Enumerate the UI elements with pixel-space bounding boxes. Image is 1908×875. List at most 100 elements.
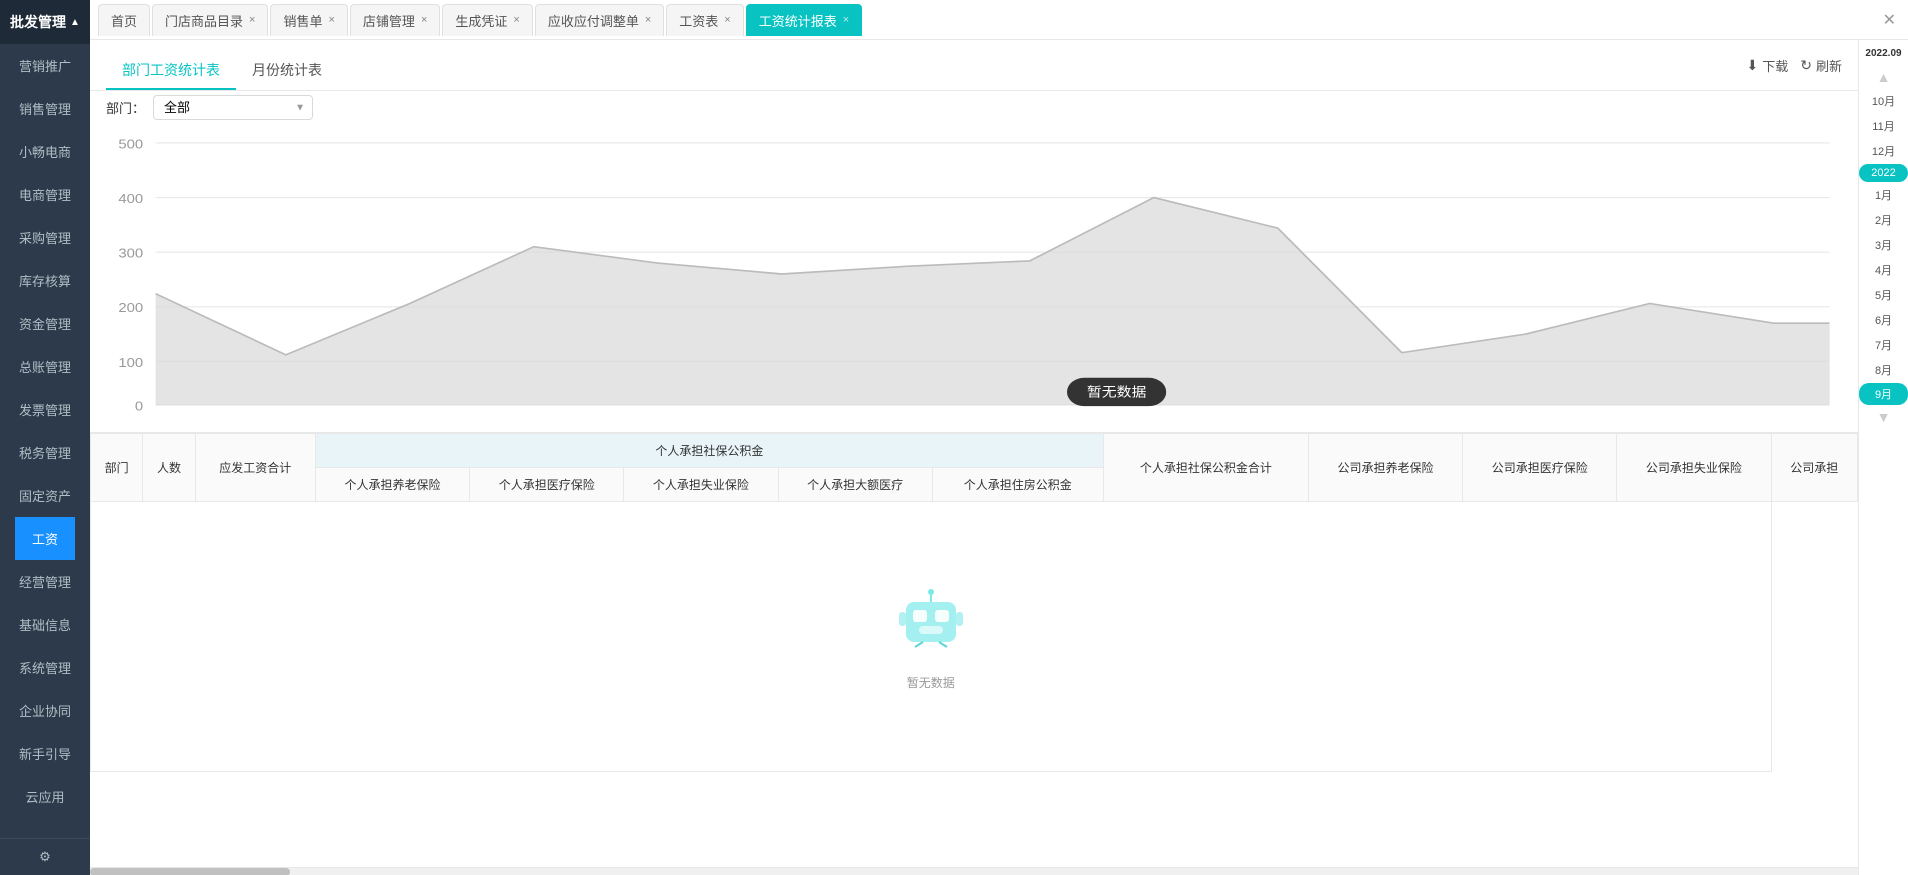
- sidebar-item-销售管理[interactable]: 销售管理: [15, 87, 75, 130]
- chart-svg: 500 400 300 200 100 0: [106, 132, 1842, 416]
- main-area: 首页门店商品目录×销售单×店铺管理×生成凭证×应收应付调整单×工资表×工资统计报…: [90, 0, 1908, 875]
- download-button[interactable]: ⬇ 下载: [1747, 56, 1789, 75]
- table-row: 暂无数据: [91, 502, 1858, 772]
- sidebar-item-企业协同[interactable]: 企业协同: [15, 689, 75, 732]
- download-icon: ⬇: [1747, 57, 1759, 74]
- col-company-more: 公司承担: [1771, 434, 1857, 502]
- sidebar-item-新手引导[interactable]: 新手引导: [15, 732, 75, 775]
- col-dept: 部门: [91, 434, 143, 502]
- tab-3[interactable]: 店铺管理×: [350, 4, 440, 36]
- timeline-item-9[interactable]: 6月: [1859, 308, 1908, 332]
- tab-6[interactable]: 工资表×: [666, 4, 743, 36]
- col-personal-social: 个人承担社保公积金: [315, 434, 1103, 468]
- sidebar-item-发票管理[interactable]: 发票管理: [15, 388, 75, 431]
- tab-4[interactable]: 生成凭证×: [442, 4, 532, 36]
- timeline-item-11[interactable]: 8月: [1859, 358, 1908, 382]
- settings-button[interactable]: ⚙: [0, 838, 90, 875]
- tab-1[interactable]: 门店商品目录×: [152, 4, 268, 36]
- timeline-item-6[interactable]: 3月: [1859, 233, 1908, 257]
- table-area: 部门 人数 应发工资合计 个人承担社保公积金 个人承担社保公积金合计 公司承担养…: [90, 432, 1858, 867]
- sub-tab-1[interactable]: 月份统计表: [236, 52, 338, 90]
- refresh-icon: ↻: [1800, 57, 1812, 74]
- empty-icon: [891, 582, 971, 662]
- empty-state: 暂无数据: [131, 542, 1731, 731]
- department-select[interactable]: 全部: [153, 95, 313, 120]
- sidebar-title: 批发管理 ▲: [0, 0, 90, 44]
- sidebar-item-库存核算[interactable]: 库存核算: [15, 259, 75, 302]
- sidebar-item-营销推广[interactable]: 营销推广: [15, 44, 75, 87]
- col-total: 应发工资合计: [195, 434, 315, 502]
- tab-2[interactable]: 销售单×: [270, 4, 347, 36]
- tab-5[interactable]: 应收应付调整单×: [535, 4, 664, 36]
- timeline-item-7[interactable]: 4月: [1859, 258, 1908, 282]
- timeline-item-8[interactable]: 5月: [1859, 283, 1908, 307]
- timeline-current-display: 2022.09: [1863, 44, 1903, 63]
- tab-close-icon-4[interactable]: ×: [513, 14, 519, 26]
- timeline-item-3[interactable]: 2022: [1859, 164, 1908, 182]
- page-content: 部门工资统计表月份统计表 ⬇ 下载 ↻ 刷新 部门： 全: [90, 40, 1858, 875]
- sub-tabs: 部门工资统计表月份统计表: [90, 40, 1731, 90]
- sidebar-item-税务管理[interactable]: 税务管理: [15, 431, 75, 474]
- sidebar-item-基础信息[interactable]: 基础信息: [15, 603, 75, 646]
- timeline-down-button[interactable]: ▼: [1873, 405, 1895, 429]
- col-p-unemployment: 个人承担失业保险: [624, 468, 778, 502]
- col-p-major-medical: 个人承担大额医疗: [778, 468, 932, 502]
- col-p-medical: 个人承担医疗保险: [470, 468, 624, 502]
- tab-bar-right: ✕: [1879, 6, 1900, 34]
- col-personal-total: 个人承担社保公积金合计: [1103, 434, 1308, 502]
- chart-container: 500 400 300 200 100 0: [90, 132, 1858, 432]
- table-scrollbar[interactable]: [90, 867, 1858, 875]
- svg-text:500: 500: [118, 136, 143, 151]
- svg-text:暂无数据: 暂无数据: [1087, 384, 1147, 399]
- col-count: 人数: [143, 434, 195, 502]
- tab-7[interactable]: 工资统计报表×: [746, 4, 862, 36]
- col-company-unemployment: 公司承担失业保险: [1617, 434, 1771, 502]
- tab-close-icon-1[interactable]: ×: [249, 14, 255, 26]
- col-company-pension: 公司承担养老保险: [1308, 434, 1462, 502]
- filter-label: 部门：: [106, 98, 145, 117]
- sidebar-item-资金管理[interactable]: 资金管理: [15, 302, 75, 345]
- tab-close-icon-7[interactable]: ×: [843, 14, 849, 26]
- svg-text:300: 300: [118, 245, 143, 260]
- col-p-housing: 个人承担住房公积金: [932, 468, 1103, 502]
- tab-close-icon-5[interactable]: ×: [645, 14, 651, 26]
- timeline-item-5[interactable]: 2月: [1859, 208, 1908, 232]
- sidebar-item-经营管理[interactable]: 经营管理: [15, 560, 75, 603]
- sidebar-item-云应用[interactable]: 云应用: [15, 775, 75, 818]
- department-select-wrapper[interactable]: 全部: [153, 95, 313, 120]
- timeline-item-0[interactable]: 10月: [1859, 89, 1908, 113]
- table-scrollbar-thumb[interactable]: [90, 868, 290, 875]
- sidebar-item-电商管理[interactable]: 电商管理: [15, 173, 75, 216]
- timeline-item-1[interactable]: 11月: [1859, 114, 1908, 138]
- refresh-button[interactable]: ↻ 刷新: [1800, 56, 1842, 75]
- sidebar-item-小畅电商[interactable]: 小畅电商: [15, 130, 75, 173]
- sidebar-item-工资[interactable]: 工资: [15, 517, 75, 560]
- col-company-medical: 公司承担医疗保险: [1463, 434, 1617, 502]
- timeline-up-button[interactable]: ▲: [1873, 65, 1895, 89]
- svg-text:100: 100: [118, 355, 143, 370]
- tab-bar: 首页门店商品目录×销售单×店铺管理×生成凭证×应收应付调整单×工资表×工资统计报…: [90, 0, 1908, 40]
- empty-text: 暂无数据: [907, 674, 955, 691]
- close-all-button[interactable]: ✕: [1879, 6, 1900, 34]
- filter-row: 部门： 全部: [90, 91, 1858, 132]
- timeline-item-4[interactable]: 1月: [1859, 183, 1908, 207]
- tab-close-icon-3[interactable]: ×: [421, 14, 427, 26]
- toolbar: ⬇ 下载 ↻ 刷新: [1731, 48, 1859, 83]
- tab-0[interactable]: 首页: [98, 4, 150, 36]
- timeline-item-12[interactable]: 9月: [1859, 383, 1908, 405]
- col-p-pension: 个人承担养老保险: [315, 468, 469, 502]
- tab-close-icon-6[interactable]: ×: [724, 14, 730, 26]
- timeline-item-10[interactable]: 7月: [1859, 333, 1908, 357]
- sub-tab-0[interactable]: 部门工资统计表: [106, 52, 236, 90]
- svg-text:200: 200: [118, 300, 143, 315]
- timeline-item-2[interactable]: 12月: [1859, 139, 1908, 163]
- sidebar-item-采购管理[interactable]: 采购管理: [15, 216, 75, 259]
- stats-table: 部门 人数 应发工资合计 个人承担社保公积金 个人承担社保公积金合计 公司承担养…: [90, 433, 1858, 772]
- sidebar-item-总账管理[interactable]: 总账管理: [15, 345, 75, 388]
- timeline-panel: 2022.09 ▲ 10月11月12月20221月2月3月4月5月6月7月8月9…: [1858, 40, 1908, 875]
- sidebar-item-系统管理[interactable]: 系统管理: [15, 646, 75, 689]
- sidebar: 批发管理 ▲ 营销推广销售管理小畅电商电商管理采购管理库存核算资金管理总账管理发…: [0, 0, 90, 875]
- tab-close-icon-2[interactable]: ×: [328, 14, 334, 26]
- svg-text:0: 0: [135, 398, 143, 413]
- sidebar-item-固定资产[interactable]: 固定资产: [15, 474, 75, 517]
